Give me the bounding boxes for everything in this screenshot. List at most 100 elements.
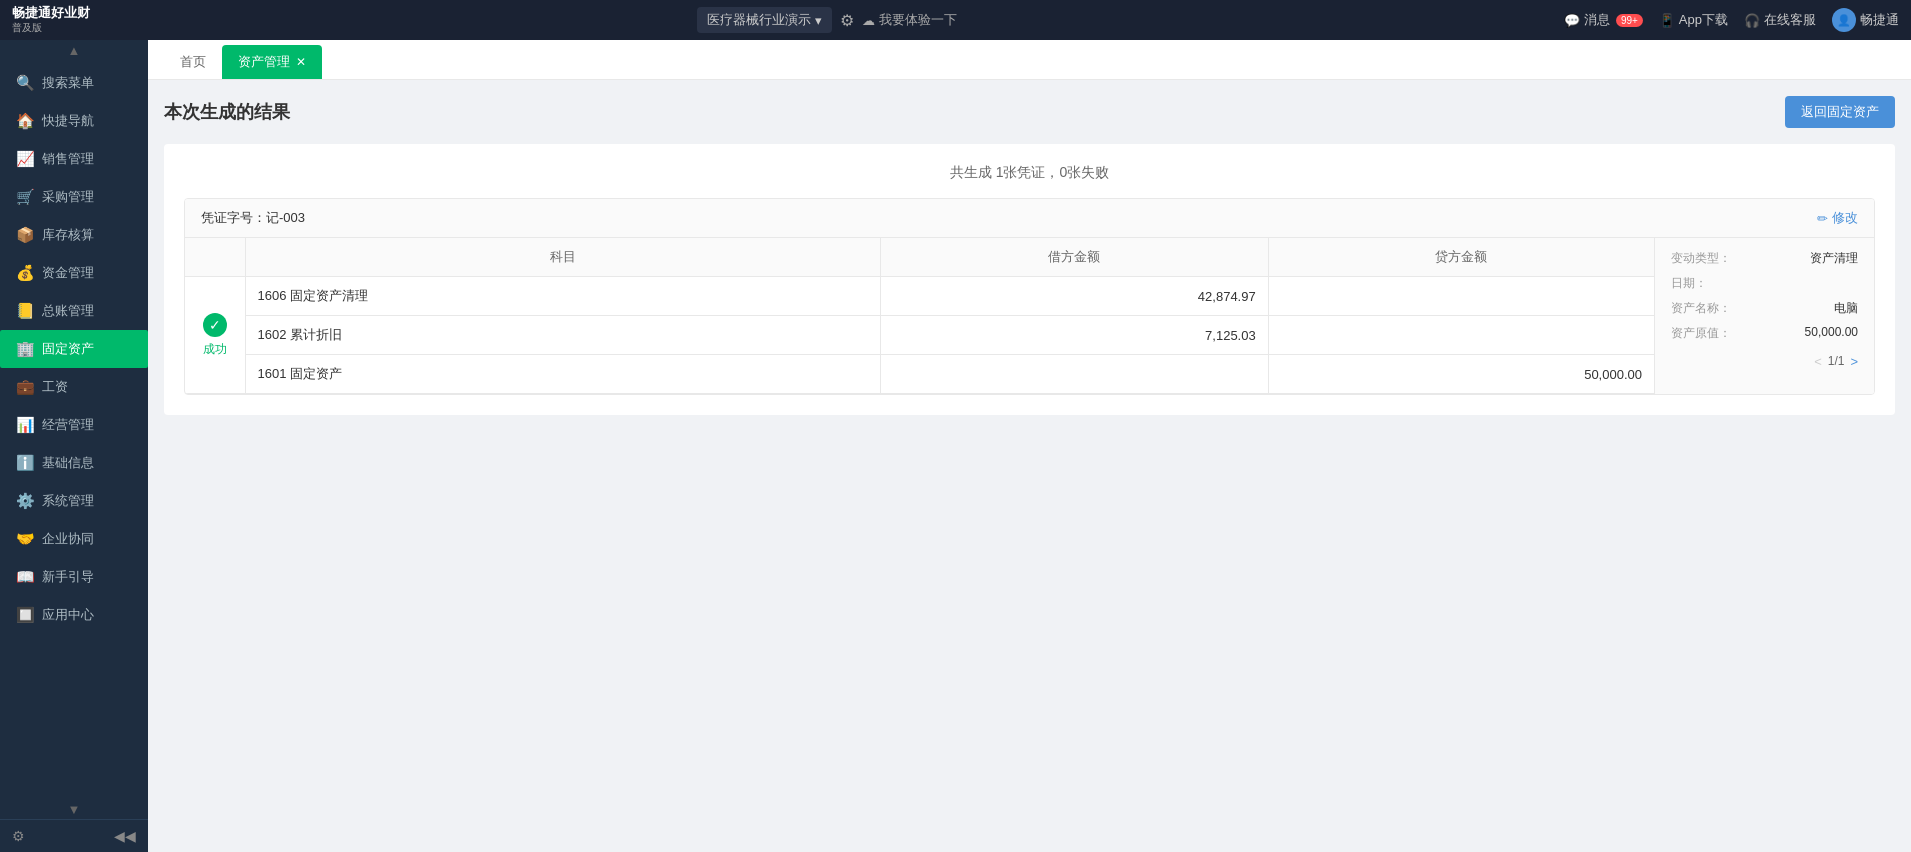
side-change-type: 变动类型： 资产清理	[1671, 250, 1858, 267]
tab-asset-mgmt[interactable]: 资产管理 ✕	[222, 45, 322, 79]
page-title: 本次生成的结果	[164, 100, 290, 124]
cell-subject-0: 1606 固定资产清理	[245, 277, 880, 316]
nav-icon-purchase: 🛒	[16, 188, 34, 206]
nav-label-enterprise: 企业协同	[42, 530, 94, 548]
settings-icon-btn[interactable]: ⚙	[840, 11, 854, 30]
logo: 畅捷通好业财 普及版	[12, 5, 90, 35]
cell-credit-2: 50,000.00	[1268, 355, 1654, 394]
dropdown-icon: ▾	[815, 13, 822, 28]
topbar-center: 医疗器械行业演示 ▾ ⚙ ☁ 我要体验一下	[697, 7, 957, 33]
side-pagination: < 1/1 >	[1671, 354, 1858, 369]
subject-code-2[interactable]: 1601 固定资产	[258, 366, 343, 381]
asset-name-label: 资产名称：	[1671, 300, 1731, 317]
topbar: 畅捷通好业财 普及版 医疗器械行业演示 ▾ ⚙ ☁ 我要体验一下 💬 消息 99…	[0, 0, 1911, 40]
nav-label-inventory: 库存核算	[42, 226, 94, 244]
th-credit: 贷方金额	[1268, 238, 1654, 277]
sidebar-collapse-icon[interactable]: ◀◀	[114, 828, 136, 844]
sidebar-item-guide[interactable]: 📖新手引导	[0, 558, 148, 596]
nav-label-guide: 新手引导	[42, 568, 94, 586]
sidebar-item-purchase[interactable]: 🛒 采购管理	[0, 178, 148, 216]
nav-icon-fixed-assets: 🏢	[16, 340, 34, 358]
th-subject: 科目	[245, 238, 880, 277]
tabs-bar: 首页 资产管理 ✕	[148, 40, 1911, 80]
return-btn[interactable]: 返回固定资产	[1785, 96, 1895, 128]
sidebar-item-base-info[interactable]: ℹ️基础信息	[0, 444, 148, 482]
asset-value-label: 资产原值：	[1671, 325, 1731, 342]
nav-icon-funds: 💰	[16, 264, 34, 282]
logo-main: 畅捷通好业财	[12, 5, 90, 21]
sidebar: ▲ 🔍 搜索菜单 🏠 快捷导航 📈 销售管理 🛒 采购管理 📦库存核算💰资金管理📒总账管理🏢固定…	[0, 40, 148, 852]
nav-icon-ledger: 📒	[16, 302, 34, 320]
sidebar-scroll-up[interactable]: ▲	[0, 40, 148, 60]
online-service-label: 在线客服	[1764, 11, 1816, 29]
table-row: 1601 固定资产 50,000.00	[185, 355, 1654, 394]
tab-close-icon[interactable]: ✕	[296, 55, 306, 69]
cell-debit-1: 7,125.03	[880, 316, 1268, 355]
voucher-body: 科目 借方金额 贷方金额 ✓ 成功 1606 固定资产清理42,874.9716…	[185, 238, 1874, 394]
prev-page-btn[interactable]: <	[1814, 354, 1822, 369]
main-area: 首页 资产管理 ✕ 本次生成的结果 返回固定资产 共生成 1张凭证，0张失败 凭…	[148, 40, 1911, 852]
side-asset-name: 资产名称： 电脑	[1671, 300, 1858, 317]
cell-credit-0	[1268, 277, 1654, 316]
sidebar-settings-icon[interactable]: ⚙	[12, 828, 25, 844]
sidebar-scroll-down[interactable]: ▼	[0, 799, 148, 819]
sidebar-item-app-center[interactable]: 🔲应用中心	[0, 596, 148, 634]
nav-label-salary: 工资	[42, 378, 68, 396]
nav-icon-operations: 📊	[16, 416, 34, 434]
experience-label: 我要体验一下	[879, 11, 957, 29]
messages-btn[interactable]: 💬 消息 99+	[1564, 11, 1643, 29]
user-menu[interactable]: 👤 畅捷通	[1832, 8, 1899, 32]
sidebar-item-quick-nav[interactable]: 🏠 快捷导航	[0, 102, 148, 140]
avatar: 👤	[1832, 8, 1856, 32]
edit-btn[interactable]: ✏ 修改	[1817, 209, 1858, 227]
company-name: 医疗器械行业演示	[707, 11, 811, 29]
mobile-icon: 📱	[1659, 13, 1675, 28]
sidebar-item-ledger[interactable]: 📒总账管理	[0, 292, 148, 330]
sidebar-item-funds[interactable]: 💰资金管理	[0, 254, 148, 292]
voucher-table-wrap: 科目 借方金额 贷方金额 ✓ 成功 1606 固定资产清理42,874.9716…	[185, 238, 1654, 394]
sidebar-item-inventory[interactable]: 📦库存核算	[0, 216, 148, 254]
message-icon: 💬	[1564, 13, 1580, 28]
nav-label-system: 系统管理	[42, 492, 94, 510]
change-type-label: 变动类型：	[1671, 250, 1731, 267]
nav-icon-salary: 💼	[16, 378, 34, 396]
cell-debit-2	[880, 355, 1268, 394]
sidebar-item-salary[interactable]: 💼 工资	[0, 368, 148, 406]
nav-icon-search: 🔍	[16, 74, 34, 92]
subject-code-0[interactable]: 1606 固定资产清理	[258, 288, 369, 303]
cloud-icon: ☁	[862, 13, 875, 28]
cell-subject-2: 1601 固定资产	[245, 355, 880, 394]
nav-label-purchase: 采购管理	[42, 188, 94, 206]
result-panel: 共生成 1张凭证，0张失败 凭证字号：记-003 ✏ 修改	[164, 144, 1895, 415]
next-page-btn[interactable]: >	[1850, 354, 1858, 369]
sidebar-bottom: ⚙ ◀◀	[0, 819, 148, 852]
nav-icon-system: ⚙️	[16, 492, 34, 510]
table-row: 1602 累计折旧 7,125.03	[185, 316, 1654, 355]
nav-icon-sales: 📈	[16, 150, 34, 168]
experience-btn[interactable]: ☁ 我要体验一下	[862, 11, 957, 29]
date-label: 日期：	[1671, 275, 1707, 292]
sidebar-item-sales[interactable]: 📈 销售管理	[0, 140, 148, 178]
nav-label-sales: 销售管理	[42, 150, 94, 168]
tab-home[interactable]: 首页	[164, 45, 222, 79]
nav-icon-quick-nav: 🏠	[16, 112, 34, 130]
subject-code-1[interactable]: 1602 累计折旧	[258, 327, 343, 342]
sidebar-item-enterprise[interactable]: 🤝企业协同	[0, 520, 148, 558]
nav-label-quick-nav: 快捷导航	[42, 112, 94, 130]
sidebar-item-system[interactable]: ⚙️ 系统管理	[0, 482, 148, 520]
app-download-btn[interactable]: 📱 App下载	[1659, 11, 1728, 29]
company-selector[interactable]: 医疗器械行业演示 ▾	[697, 7, 832, 33]
sidebar-item-fixed-assets[interactable]: 🏢固定资产	[0, 330, 148, 368]
sidebar-item-search[interactable]: 🔍 搜索菜单	[0, 64, 148, 102]
page-content: 本次生成的结果 返回固定资产 共生成 1张凭证，0张失败 凭证字号：记-003 …	[148, 80, 1911, 852]
logo-sub: 普及版	[12, 21, 90, 35]
nav-label-operations: 经营管理	[42, 416, 94, 434]
voucher-side: 变动类型： 资产清理 日期： 资产名称： 电脑	[1654, 238, 1874, 394]
online-service-btn[interactable]: 🎧 在线客服	[1744, 11, 1816, 29]
tab-asset-mgmt-label: 资产管理	[238, 53, 290, 71]
sidebar-item-operations[interactable]: 📊 经营管理	[0, 406, 148, 444]
nav-label-search: 搜索菜单	[42, 74, 94, 92]
voucher-section: 凭证字号：记-003 ✏ 修改	[184, 198, 1875, 395]
side-asset-value: 资产原值： 50,000.00	[1671, 325, 1858, 342]
th-debit: 借方金额	[880, 238, 1268, 277]
